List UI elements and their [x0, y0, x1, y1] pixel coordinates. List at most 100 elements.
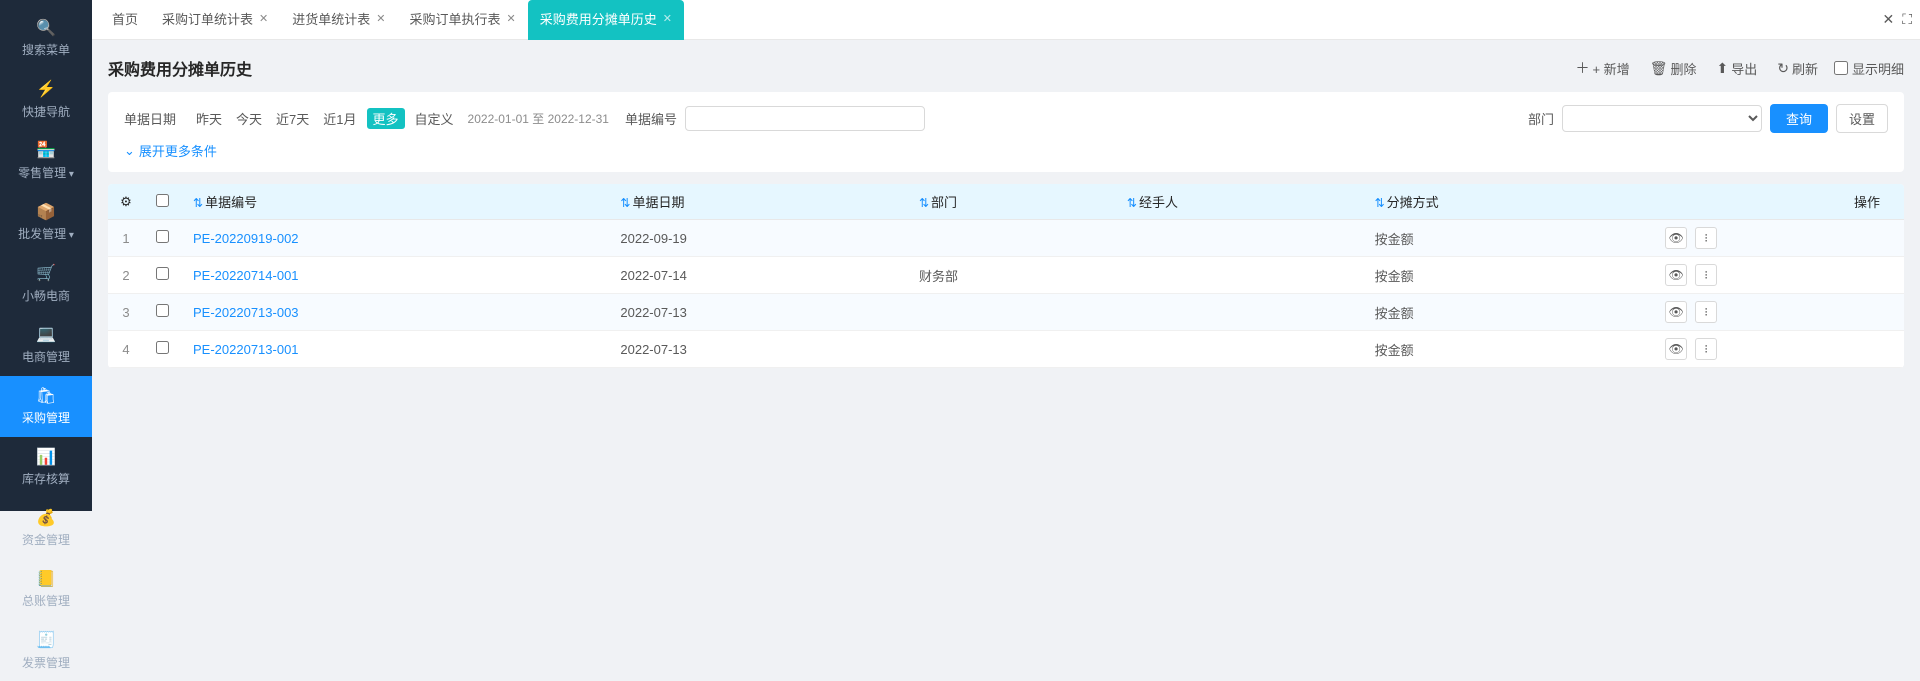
purchase-icon: 🛍	[4, 386, 88, 408]
expand-more[interactable]: ⌄ 展开更多条件	[124, 141, 1888, 160]
row-view-btn-2[interactable]: 👁	[1665, 301, 1687, 323]
row-method-1: 按金额	[1363, 257, 1654, 294]
sidebar-item-invoice[interactable]: 🧾发票管理	[0, 620, 92, 681]
close-window-icon[interactable]: ✕	[1882, 11, 1894, 28]
sidebar-item-inventory[interactable]: 📊库存核算	[0, 437, 92, 498]
tab-purchase_order_stats[interactable]: 采购订单统计表✕	[150, 0, 280, 40]
row-checkbox-1	[144, 257, 181, 294]
col-ops: 操作	[1653, 184, 1904, 220]
export-button[interactable]: ⬆ 导出	[1712, 57, 1761, 80]
row-index-2: 3	[108, 294, 144, 331]
shortcut-1month[interactable]: 近1月	[319, 108, 360, 129]
shortcut-yesterday[interactable]: 昨天	[192, 108, 226, 129]
tab-close-icon[interactable]: ✕	[663, 12, 672, 25]
tab-close-icon[interactable]: ✕	[507, 12, 516, 25]
row-view-btn-0[interactable]: 👁	[1665, 227, 1687, 249]
tab-close-icon[interactable]: ✕	[259, 12, 268, 25]
sidebar-item-finance[interactable]: 💰资金管理	[0, 498, 92, 559]
row-more-btn-1[interactable]: ⁝	[1695, 264, 1717, 286]
col-date: ⇅单据日期	[608, 184, 907, 220]
row-handler-1	[1115, 257, 1363, 294]
inventory-icon: 📊	[4, 447, 88, 469]
invoice-icon: 🧾	[4, 630, 88, 652]
filter-row: 单据日期 昨天 今天 近7天 近1月 更多 自定义 2022-01-01 至 2…	[124, 104, 1888, 133]
refresh-button[interactable]: ↻ 刷新	[1773, 57, 1822, 80]
tab-label: 采购费用分摊单历史	[540, 9, 657, 28]
row-index-3: 4	[108, 331, 144, 368]
order-no-link-0[interactable]: PE-20220919-002	[193, 231, 299, 246]
date-label: 单据日期	[124, 109, 176, 128]
col-order-no: ⇅单据编号	[181, 184, 608, 220]
row-view-btn-1[interactable]: 👁	[1665, 264, 1687, 286]
shortcut-more[interactable]: 更多	[367, 108, 405, 129]
delete-button[interactable]: 🗑 删除	[1646, 57, 1701, 80]
shortcut-7days[interactable]: 近7天	[272, 108, 313, 129]
chevron-icon: ▾	[66, 230, 74, 241]
row-dept-3	[907, 331, 1115, 368]
chevron-icon: ▾	[66, 169, 74, 180]
row-select-0[interactable]	[156, 230, 169, 243]
row-more-btn-3[interactable]: ⁝	[1695, 338, 1717, 360]
row-select-1[interactable]	[156, 267, 169, 280]
date-shortcuts: 昨天 今天 近7天 近1月 更多 自定义 2022-01-01 至 2022-1…	[192, 108, 609, 129]
dept-select[interactable]	[1562, 105, 1762, 132]
tab-purchase_exec[interactable]: 采购订单执行表✕	[397, 0, 527, 40]
add-button[interactable]: ＋ + 新增	[1571, 56, 1633, 80]
header-actions: ＋ + 新增 🗑 删除 ⬆ 导出 ↻ 刷新 显示明细	[1571, 56, 1904, 80]
shortcut-today[interactable]: 今天	[232, 108, 266, 129]
row-select-3[interactable]	[156, 341, 169, 354]
sidebar-item-wholesale[interactable]: 📦批发管理 ▾	[0, 192, 92, 253]
gear-icon[interactable]: ⚙	[120, 194, 132, 209]
order-no-input[interactable]	[685, 106, 925, 131]
tab-home[interactable]: 首页	[100, 0, 150, 40]
order-no-link-2[interactable]: PE-20220713-003	[193, 305, 299, 320]
settings-button[interactable]: 设置	[1836, 104, 1888, 133]
filter-bar: 单据日期 昨天 今天 近7天 近1月 更多 自定义 2022-01-01 至 2…	[108, 92, 1904, 172]
sidebar-item-ledger[interactable]: 📒总账管理	[0, 559, 92, 620]
delete-icon: 🗑	[1650, 60, 1668, 77]
row-view-btn-3[interactable]: 👁	[1665, 338, 1687, 360]
sidebar-item-purchase[interactable]: 🛍采购管理	[0, 376, 92, 437]
restore-window-icon[interactable]: ⛶	[1902, 11, 1912, 28]
row-more-btn-0[interactable]: ⁝	[1695, 227, 1717, 249]
tab-close-icon[interactable]: ✕	[376, 12, 385, 25]
sidebar-item-shortcut[interactable]: ⚡快捷导航	[0, 69, 92, 130]
row-handler-3	[1115, 331, 1363, 368]
data-table: ⚙ ⇅单据编号 ⇅单据日期 ⇅部门	[108, 184, 1904, 368]
row-method-0: 按金额	[1363, 220, 1654, 257]
show-col-checkbox[interactable]	[1834, 61, 1848, 75]
sidebar-item-search[interactable]: 🔍搜索菜单	[0, 8, 92, 69]
row-date-1: 2022-07-14	[608, 257, 907, 294]
dept-label: 部门	[1528, 109, 1554, 128]
select-all-checkbox[interactable]	[156, 194, 169, 207]
table-row: 1 PE-20220919-002 2022-09-19 按金额 👁 ⁝	[108, 220, 1904, 257]
sidebar-item-ecommerce[interactable]: 💻电商管理	[0, 314, 92, 375]
tab-purchase_cost[interactable]: 采购费用分摊单历史 ✕	[528, 0, 684, 40]
row-order-no-0: PE-20220919-002	[181, 220, 608, 257]
row-order-no-2: PE-20220713-003	[181, 294, 608, 331]
col-handler: ⇅经手人	[1115, 184, 1363, 220]
row-handler-2	[1115, 294, 1363, 331]
row-handler-0	[1115, 220, 1363, 257]
wholesale-icon: 📦	[4, 202, 88, 224]
export-icon: ⬆	[1716, 60, 1728, 77]
row-select-2[interactable]	[156, 304, 169, 317]
search-button[interactable]: 查询	[1770, 104, 1828, 133]
row-more-btn-2[interactable]: ⁝	[1695, 301, 1717, 323]
tab-goods_stats[interactable]: 进货单统计表 ✕	[280, 0, 397, 40]
add-icon: ＋	[1575, 58, 1589, 78]
order-no-link-3[interactable]: PE-20220713-001	[193, 342, 299, 357]
shortcut-custom[interactable]: 自定义	[411, 108, 458, 129]
content-area: 采购费用分摊单历史 ＋ + 新增 🗑 删除 ⬆ 导出 ↻ 刷新	[92, 40, 1920, 511]
tab-bar: 首页采购订单统计表✕进货单统计表✕采购订单执行表✕采购费用分摊单历史✕ ✕ ⛶	[92, 0, 1920, 40]
tab-label: 进货单统计表	[292, 9, 370, 28]
tab-bar-right: ✕ ⛶	[1882, 11, 1912, 28]
sidebar-item-retail[interactable]: 🏪零售管理 ▾	[0, 130, 92, 191]
show-col-label: 显示明细	[1834, 59, 1904, 78]
sidebar-item-ecommerce_light[interactable]: 🛒小畅电商	[0, 253, 92, 314]
row-order-no-1: PE-20220714-001	[181, 257, 608, 294]
order-no-link-1[interactable]: PE-20220714-001	[193, 268, 299, 283]
table-row: 4 PE-20220713-001 2022-07-13 按金额 👁 ⁝	[108, 331, 1904, 368]
row-ops-2: 👁 ⁝	[1653, 294, 1904, 331]
row-method-2: 按金额	[1363, 294, 1654, 331]
